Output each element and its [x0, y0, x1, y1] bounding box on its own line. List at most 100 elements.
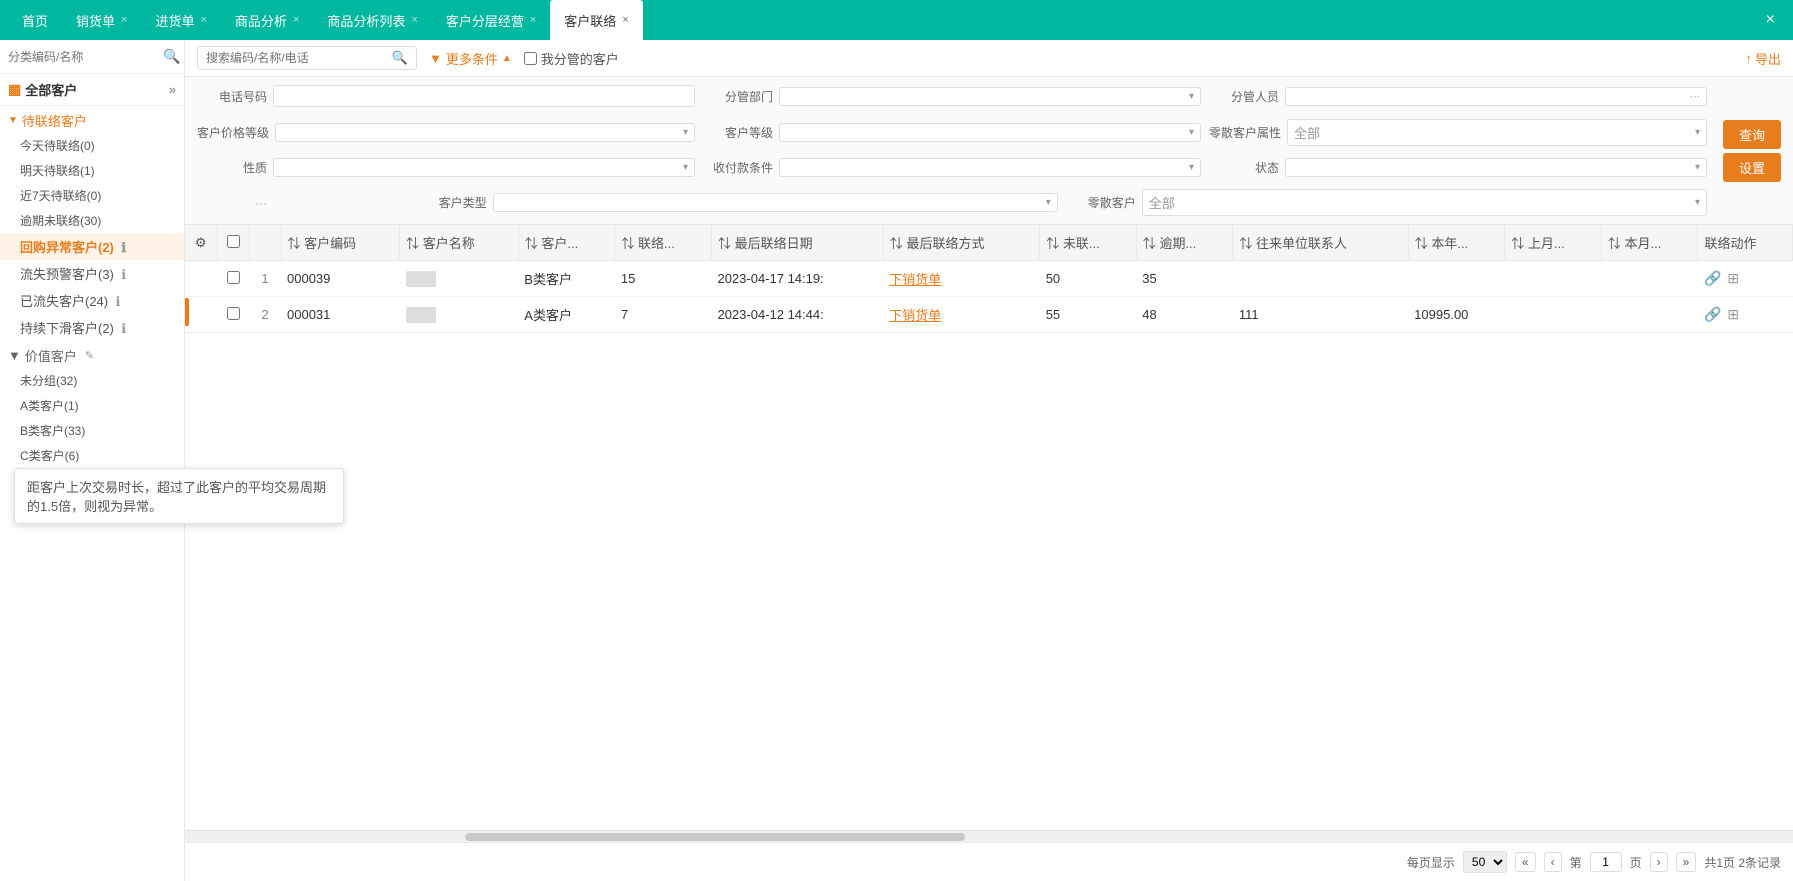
row1-this-month	[1601, 261, 1698, 297]
sort-icon-last-month[interactable]: ⇅	[1511, 236, 1524, 251]
sidebar-search-input[interactable]	[8, 50, 163, 64]
nav-tab-home[interactable]: 首页	[8, 0, 62, 40]
row2-select[interactable]	[227, 307, 240, 320]
sidebar-item-unclassified[interactable]: 未分组(32)	[0, 368, 184, 393]
row1-select[interactable]	[227, 271, 240, 284]
nav-tab-customer-tier[interactable]: 客户分层经营 ×	[432, 0, 550, 40]
close-customer-contact-tab[interactable]: ×	[622, 14, 628, 26]
filter-search-icon[interactable]: 🔍	[392, 50, 408, 66]
page-number-input[interactable]	[1590, 852, 1622, 872]
col-settings[interactable]: ⚙	[185, 225, 217, 261]
grid-icon: ▦	[8, 81, 21, 98]
sidebar-pending-section[interactable]: ▼ 待联络客户	[0, 106, 184, 133]
row2-settings	[185, 297, 217, 333]
sidebar-item-repurchase-abnormal[interactable]: 回购异常客户(2) ℹ	[0, 233, 184, 260]
filter-action-buttons: 查询 设置	[1723, 85, 1781, 216]
scatter-customer-select[interactable]: 全部 ▾	[1142, 189, 1707, 216]
window-close-button[interactable]: ×	[1756, 11, 1785, 29]
close-customer-tier-tab[interactable]: ×	[530, 14, 536, 26]
sidebar-item-declining[interactable]: 持续下滑客户(2) ℹ	[0, 314, 184, 341]
price-grade-select[interactable]: ▾	[275, 123, 695, 142]
person-select[interactable]: ···	[1285, 87, 1707, 106]
select-all-checkbox[interactable]	[227, 235, 240, 248]
close-sales-tab[interactable]: ×	[121, 14, 127, 26]
sort-icon-contacts-person[interactable]: ⇅	[1239, 236, 1252, 251]
sidebar-item-churn-warning[interactable]: 流失预警客户(3) ℹ	[0, 260, 184, 287]
payment-select[interactable]: ▾	[779, 158, 1201, 177]
close-product-analysis-tab[interactable]: ×	[293, 14, 299, 26]
edit-icon[interactable]: ✎	[85, 349, 94, 362]
sort-icon-uncontacted[interactable]: ⇅	[1046, 236, 1059, 251]
row1-method-link[interactable]: 下销货单	[889, 272, 941, 287]
first-page-button[interactable]: «	[1515, 852, 1536, 872]
row1-last-method[interactable]: 下销货单	[883, 261, 1039, 297]
sort-icon-overdue[interactable]: ⇅	[1143, 236, 1156, 251]
scatter-attr-select[interactable]: 全部 ▾	[1287, 119, 1707, 146]
sidebar-item-a-class[interactable]: A类客户(1)	[0, 393, 184, 418]
nav-tab-purchase[interactable]: 进货单 ×	[141, 0, 220, 40]
sort-icon-this-month[interactable]: ⇅	[1608, 236, 1621, 251]
settings-button[interactable]: 设置	[1723, 153, 1781, 182]
nature-arrow: ▾	[683, 162, 688, 173]
close-purchase-tab[interactable]: ×	[200, 14, 206, 26]
sidebar-item-b-class[interactable]: B类客户(33)	[0, 418, 184, 443]
sidebar-item-overdue[interactable]: 逾期未联络(30)	[0, 208, 184, 233]
col-contact: ⇅ 联络...	[615, 225, 712, 261]
query-button[interactable]: 查询	[1723, 120, 1781, 149]
customer-type-select[interactable]: ▾	[493, 193, 1058, 212]
more-dots[interactable]: ···	[197, 196, 267, 210]
sort-icon-name[interactable]: ⇅	[406, 236, 419, 251]
filter-search-box: 🔍	[197, 46, 417, 70]
filter-icon: ▼	[429, 51, 442, 66]
sidebar-search-icon[interactable]: 🔍	[163, 48, 180, 65]
grade-select[interactable]: ▾	[779, 123, 1201, 142]
per-page-select[interactable]: 50	[1463, 851, 1507, 873]
more-conditions-button[interactable]: ▼ 更多条件 ▲	[429, 49, 512, 68]
filter-bar: 🔍 ▼ 更多条件 ▲ 我分管的客户 ↑ 导出	[185, 40, 1793, 77]
sidebar-item-churned[interactable]: 已流失客户(24) ℹ	[0, 287, 184, 314]
row2-this-month	[1601, 297, 1698, 333]
next-page-button[interactable]: ›	[1650, 852, 1668, 872]
nature-select[interactable]: ▾	[273, 158, 695, 177]
prev-page-button[interactable]: ‹	[1544, 852, 1562, 872]
sidebar-collapse-icon[interactable]: »	[169, 82, 176, 97]
last-page-button[interactable]: »	[1676, 852, 1697, 872]
sort-icon-last-date[interactable]: ⇅	[718, 236, 731, 251]
col-checkbox	[217, 225, 249, 261]
row2-grid-icon[interactable]: ⊞	[1727, 306, 1739, 323]
sort-icon-this-year[interactable]: ⇅	[1415, 236, 1428, 251]
nav-tab-product-analysis[interactable]: 商品分析 ×	[221, 0, 313, 40]
filter-search-input[interactable]	[206, 51, 392, 65]
nav-tab-product-list[interactable]: 商品分析列表 ×	[313, 0, 431, 40]
sort-icon-contact[interactable]: ⇅	[621, 236, 634, 251]
export-icon: ↑	[1745, 51, 1752, 66]
row2-method-link[interactable]: 下销货单	[889, 308, 941, 323]
sort-icon-category[interactable]: ⇅	[525, 236, 538, 251]
sidebar-item-7days-pending[interactable]: 近7天待联络(0)	[0, 183, 184, 208]
sidebar-all-customers-header[interactable]: ▦ 全部客户 »	[0, 74, 184, 106]
dept-select[interactable]: ▾	[779, 87, 1201, 106]
row2-overdue: 48	[1136, 297, 1233, 333]
nav-tab-customer-contact[interactable]: 客户联络 ×	[550, 0, 642, 40]
export-button[interactable]: ↑ 导出	[1745, 49, 1781, 68]
row1-category: B类客户	[518, 261, 615, 297]
row2-link-icon[interactable]: 🔗	[1704, 306, 1721, 323]
horizontal-scrollbar[interactable]	[185, 830, 1793, 842]
nav-tab-sales[interactable]: 销货单 ×	[62, 0, 141, 40]
row2-last-method[interactable]: 下销货单	[883, 297, 1039, 333]
scrollbar-thumb[interactable]	[465, 833, 965, 841]
close-product-list-tab[interactable]: ×	[411, 14, 417, 26]
row1-link-icon[interactable]: 🔗	[1704, 270, 1721, 287]
sidebar-item-today-pending[interactable]: 今天待联络(0)	[0, 133, 184, 158]
sort-icon-last-method[interactable]: ⇅	[890, 236, 903, 251]
my-customers-checkbox[interactable]	[524, 52, 537, 65]
row1-grid-icon[interactable]: ⊞	[1727, 270, 1739, 287]
sidebar-value-section[interactable]: ▼ 价值客户 ✎	[0, 341, 184, 368]
total-records: 共1页 2条记录	[1704, 854, 1781, 871]
phone-input[interactable]	[273, 85, 695, 107]
status-select[interactable]: ▾	[1285, 158, 1707, 177]
sidebar-item-tomorrow-pending[interactable]: 明天待联络(1)	[0, 158, 184, 183]
sort-icon-code[interactable]: ⇅	[288, 236, 301, 251]
price-grade-label: 客户价格等级	[197, 124, 269, 141]
sidebar-item-c-class[interactable]: C类客户(6)	[0, 443, 184, 468]
